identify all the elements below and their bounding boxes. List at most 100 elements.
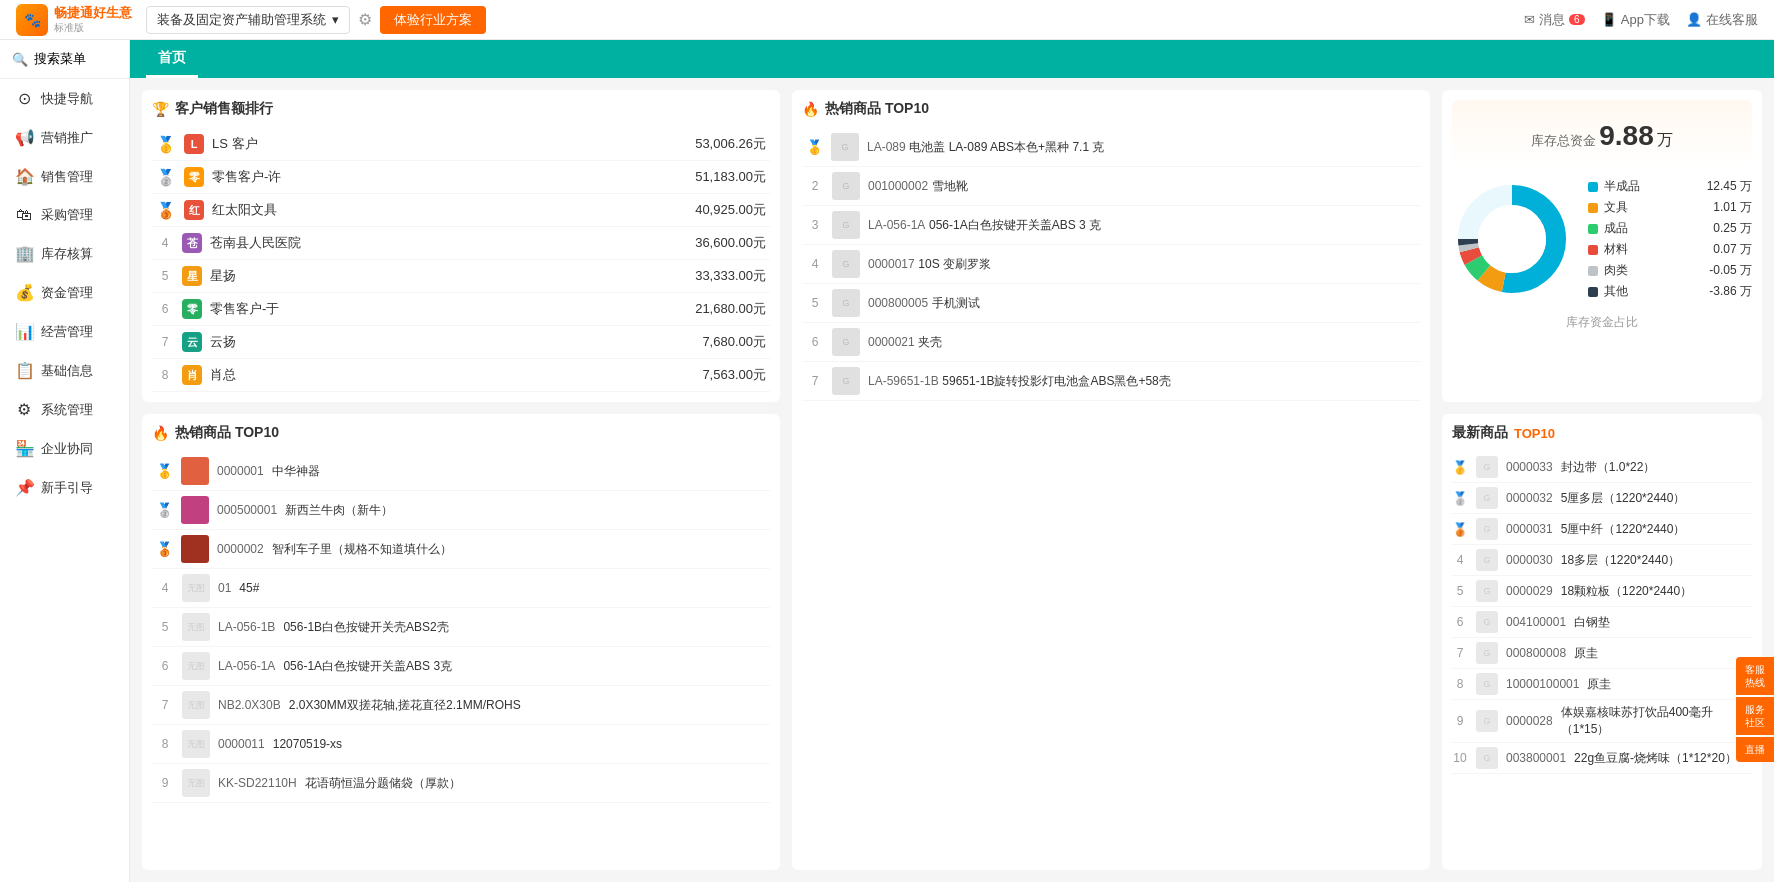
new-product-name: 18多层（1220*2440） — [1561, 552, 1752, 569]
hot-product-thumb: G — [832, 289, 860, 317]
new-product-code: 10000100001 — [1506, 677, 1579, 691]
top10-product-row: 7 无图 NB2.0X30B 2.0X30MM双搓花轴,搓花直径2.1MM/RO… — [152, 686, 770, 725]
live-float[interactable]: 直播 — [1736, 737, 1774, 762]
message-badge: 6 — [1569, 14, 1585, 25]
legend-item: 其他 -3.86 万 — [1588, 281, 1752, 302]
rank-number: 4 — [156, 236, 174, 250]
customer-ranking-list: 🥇 L LS 客户 53,006.26元 🥈 零 零售客户-许 51,183.0… — [152, 128, 770, 392]
new-products-title: 最新商品 TOP10 — [1452, 424, 1752, 442]
hot-product-row: 6 G 0000021 夹壳 — [802, 323, 1420, 362]
new-product-name: 5厘多层（1220*2440） — [1561, 490, 1752, 507]
customer-service-float[interactable]: 客服热线 — [1736, 657, 1774, 695]
customer-ranking-title: 🏆 客户销售额排行 — [152, 100, 770, 118]
customer-avatar: 云 — [182, 332, 202, 352]
hot-product-name: 手机测试 — [932, 296, 980, 310]
sidebar-item-nav[interactable]: ⊙ 快捷导航 — [0, 79, 129, 118]
message-button[interactable]: ✉ 消息 6 — [1524, 11, 1585, 29]
customer-name: 红太阳文具 — [212, 201, 687, 219]
legend-color — [1588, 203, 1598, 213]
product-name: 12070519-xs — [273, 737, 766, 751]
hot-product-code: 000800005 — [868, 296, 928, 310]
new-product-icon: G — [1476, 611, 1498, 633]
customer-name: 肖总 — [210, 366, 694, 384]
hot-product-info: LA-59651-1B 59651-1B旋转投影灯电池盒ABS黑色+58壳 — [868, 373, 1416, 390]
new-product-code: 0000030 — [1506, 553, 1553, 567]
rank-number: 7 — [156, 335, 174, 349]
sidebar-item-purchase[interactable]: 🛍 采购管理 — [0, 196, 129, 234]
rank-num: 4 — [806, 257, 824, 271]
sidebar-item-basic[interactable]: 📋 基础信息 — [0, 351, 129, 390]
new-rank-num: 5 — [1452, 584, 1468, 598]
sales-products-card: 🔥 热销商品 TOP10 🥇 G LA-089 电池盖 LA-089 ABS本色… — [792, 90, 1430, 870]
new-product-name: 原圭 — [1574, 645, 1752, 662]
hot-product-code: 0000021 — [868, 335, 915, 349]
top10-product-row: 8 无图 0000011 12070519-xs — [152, 725, 770, 764]
customer-name: 星扬 — [210, 267, 687, 285]
gold-medal-icon: 🥇 — [806, 139, 823, 155]
legend-color — [1588, 224, 1598, 234]
new-product-row: 7 G 000800008 原圭 — [1452, 638, 1752, 669]
product-name: 新西兰牛肉（新牛） — [285, 502, 766, 519]
customer-rank-row: 🥈 零 零售客户-许 51,183.00元 — [152, 161, 770, 194]
customer-ranking-card: 🏆 客户销售额排行 🥇 L LS 客户 53,006.26元 🥈 零 零售客户-… — [142, 90, 780, 402]
finance-icon: 💰 — [15, 283, 33, 302]
customer-rank-row: 5 星 星扬 33,333.00元 — [152, 260, 770, 293]
product-thumbnail: 无图 — [182, 730, 210, 758]
legend-item: 半成品 12.45 万 — [1588, 176, 1752, 197]
rank-number: 5 — [156, 269, 174, 283]
hot-product-info: LA-089 电池盖 LA-089 ABS本色+黑种 7.1 克 — [867, 139, 1416, 156]
sidebar-item-sales[interactable]: 🏠 销售管理 — [0, 157, 129, 196]
inventory-label: 库存核算 — [41, 245, 93, 263]
rank-num: 2 — [806, 179, 824, 193]
home-tab[interactable]: 首页 — [146, 40, 198, 78]
product-code: LA-056-1B — [218, 620, 275, 634]
community-float[interactable]: 服务社区 — [1736, 697, 1774, 735]
top10-products-title: 🔥 热销商品 TOP10 — [152, 424, 770, 442]
sidebar-item-marketing[interactable]: 📢 营销推广 — [0, 118, 129, 157]
guide-icon: 📌 — [15, 478, 33, 497]
hot-product-thumb: G — [832, 172, 860, 200]
hot-product-row: 7 G LA-59651-1B 59651-1B旋转投影灯电池盒ABS黑色+58… — [802, 362, 1420, 401]
new-product-icon: G — [1476, 710, 1498, 732]
hot-icon: 🔥 — [802, 101, 819, 117]
purchase-label: 采购管理 — [41, 206, 93, 224]
inventory-chart-area: 半成品 12.45 万 文具 1.01 万 成品 0.25 万 材料 0.07 … — [1452, 168, 1752, 310]
enterprise-label: 企业协同 — [41, 440, 93, 458]
logo-main: 畅捷通好生意 — [54, 5, 132, 22]
hot-product-name: 雪地靴 — [932, 179, 968, 193]
legend-color — [1588, 287, 1598, 297]
product-thumbnail: 无图 — [182, 691, 210, 719]
hot-product-name: 电池盖 LA-089 ABS本色+黑种 7.1 克 — [909, 140, 1104, 154]
sidebar-item-inventory[interactable]: 🏢 库存核算 — [0, 234, 129, 273]
hot-product-info: 000800005 手机测试 — [868, 295, 1416, 312]
customer-avatar: 零 — [182, 299, 202, 319]
sidebar-item-finance[interactable]: 💰 资金管理 — [0, 273, 129, 312]
system-label: 系统管理 — [41, 401, 93, 419]
customer-name: 零售客户-于 — [210, 300, 687, 318]
top10-product-row: 5 无图 LA-056-1B 056-1B白色按键开关壳ABS2壳 — [152, 608, 770, 647]
trial-button[interactable]: 体验行业方案 — [380, 6, 486, 34]
topbar: 🐾 畅捷通好生意 标准版 装备及固定资产辅助管理系统 ▾ ⚙ 体验行业方案 ✉ … — [0, 0, 1774, 40]
rank-num: 4 — [156, 581, 174, 595]
gear-icon[interactable]: ⚙ — [358, 10, 372, 29]
customer-service-button[interactable]: 👤 在线客服 — [1686, 11, 1758, 29]
rank-num: 7 — [156, 698, 174, 712]
sidebar-item-system[interactable]: ⚙ 系统管理 — [0, 390, 129, 429]
customer-amount: 7,680.00元 — [702, 333, 766, 351]
guide-label: 新手引导 — [41, 479, 93, 497]
app-download-button[interactable]: 📱 App下载 — [1601, 11, 1670, 29]
sidebar-item-operation[interactable]: 📊 经营管理 — [0, 312, 129, 351]
search-menu[interactable]: 🔍 搜索菜单 — [0, 40, 129, 79]
inventory-legend: 半成品 12.45 万 文具 1.01 万 成品 0.25 万 材料 0.07 … — [1588, 176, 1752, 302]
sidebar-item-enterprise[interactable]: 🏪 企业协同 — [0, 429, 129, 468]
customer-avatar: 肖 — [182, 365, 202, 385]
purchase-icon: 🛍 — [15, 206, 33, 224]
new-product-code: 000800008 — [1506, 646, 1566, 660]
new-product-code: 0000031 — [1506, 522, 1553, 536]
product-name: 056-1A白色按键开关盖ABS 3克 — [283, 658, 766, 675]
system-name[interactable]: 装备及固定资产辅助管理系统 ▾ — [146, 6, 350, 34]
sidebar-item-guide[interactable]: 📌 新手引导 — [0, 468, 129, 507]
hot-product-info: 001000002 雪地靴 — [868, 178, 1416, 195]
new-product-row: 🥇 G 0000033 封边带（1.0*22） — [1452, 452, 1752, 483]
new-rank-num: 8 — [1452, 677, 1468, 691]
